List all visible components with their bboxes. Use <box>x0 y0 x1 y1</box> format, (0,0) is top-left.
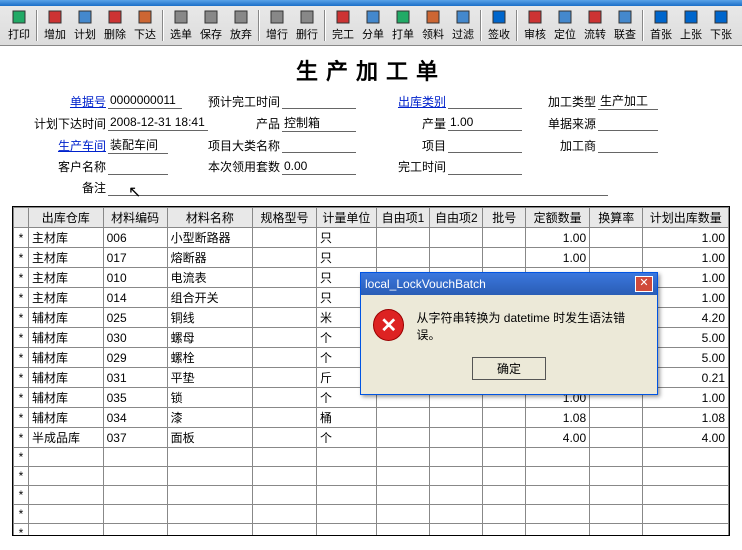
field-yjwg[interactable] <box>282 93 356 109</box>
table-row[interactable]: * <box>14 486 729 505</box>
field-jgs[interactable] <box>598 137 658 153</box>
toolbar-保存[interactable]: 保存 <box>196 8 226 43</box>
toolbar-分单[interactable]: 分单 <box>358 8 388 43</box>
toolbar-流转[interactable]: 流转 <box>580 8 610 43</box>
toolbar-审核[interactable]: 审核 <box>520 8 550 43</box>
field-xm[interactable] <box>448 137 522 153</box>
col-header[interactable]: 批号 <box>483 208 526 228</box>
label-khmc: 客户名称 <box>30 158 108 175</box>
label-sccj[interactable]: 生产车间 <box>30 137 108 154</box>
field-bz[interactable] <box>108 180 608 196</box>
toolbar-签收[interactable]: 签收 <box>484 8 514 43</box>
toolbar: 打印增加计划删除下达选单保存放弃增行删行完工分单打单领料过滤签收审核定位流转联查… <box>0 6 742 46</box>
error-icon: ✕ <box>373 309 404 341</box>
toolbar-放弃[interactable]: 放弃 <box>226 8 256 43</box>
field-khmc[interactable] <box>108 159 168 175</box>
field-wgsj[interactable] <box>448 159 522 175</box>
table-row[interactable]: *半成品库037面板个4.004.00 <box>14 428 729 448</box>
toolbar-选单[interactable]: 选单 <box>166 8 196 43</box>
toolbar-联查[interactable]: 联查 <box>610 8 640 43</box>
col-header[interactable]: 规格型号 <box>253 208 317 228</box>
toolbar-过滤[interactable]: 过滤 <box>448 8 478 43</box>
col-header[interactable]: 自由项1 <box>376 208 429 228</box>
label-cl: 产量 <box>368 115 448 132</box>
col-header[interactable] <box>14 208 29 228</box>
dialog-message: 从字符串转换为 datetime 时发生语法错误。 <box>416 309 645 343</box>
table-row[interactable]: *主材库006小型断路器只1.001.00 <box>14 228 729 248</box>
close-icon[interactable]: ✕ <box>635 276 653 292</box>
toolbar-领料[interactable]: 领料 <box>418 8 448 43</box>
label-cp: 产品 <box>220 115 282 132</box>
field-danjuhao[interactable]: 0000000011 <box>108 93 182 109</box>
table-row[interactable]: * <box>14 505 729 524</box>
toolbar-下张[interactable]: 下张 <box>706 8 736 43</box>
table-row[interactable]: * <box>14 448 729 467</box>
label-bcly: 本次领用套数 <box>180 158 282 175</box>
error-dialog: local_LockVouchBatch ✕ ✕ 从字符串转换为 datetim… <box>360 272 658 395</box>
col-header[interactable]: 定额数量 <box>526 208 590 228</box>
col-header[interactable]: 出库仓库 <box>28 208 103 228</box>
label-jglx: 加工类型 <box>534 93 598 110</box>
label-xmdl: 项目大类名称 <box>180 137 282 154</box>
toolbar-上张[interactable]: 上张 <box>676 8 706 43</box>
col-header[interactable]: 计划出库数量 <box>643 208 729 228</box>
label-djly: 单据来源 <box>534 115 598 132</box>
col-header[interactable]: 计量单位 <box>317 208 377 228</box>
col-header[interactable]: 材料编码 <box>103 208 167 228</box>
table-row[interactable]: *辅材库034漆桶1.081.08 <box>14 408 729 428</box>
field-cklb[interactable] <box>448 93 522 109</box>
field-sccj[interactable]: 装配车间 <box>108 136 168 154</box>
doc-title: 生产加工单 <box>30 54 712 86</box>
col-header[interactable]: 自由项2 <box>430 208 483 228</box>
label-cklb[interactable]: 出库类别 <box>368 93 448 110</box>
toolbar-增加[interactable]: 增加 <box>40 8 70 43</box>
field-jhxd[interactable]: 2008-12-31 18:41 <box>108 115 208 131</box>
ok-button[interactable]: 确定 <box>472 357 546 380</box>
field-bcly[interactable]: 0.00 <box>282 159 356 175</box>
toolbar-完工[interactable]: 完工 <box>328 8 358 43</box>
label-yjwg: 预计完工时间 <box>194 93 282 110</box>
toolbar-打单[interactable]: 打单 <box>388 8 418 43</box>
field-cl[interactable]: 1.00 <box>448 115 522 131</box>
field-djly[interactable] <box>598 115 658 131</box>
table-row[interactable]: * <box>14 467 729 486</box>
label-xm: 项目 <box>368 137 448 154</box>
label-jgs: 加工商 <box>534 137 598 154</box>
field-cp[interactable]: 控制箱 <box>282 114 356 132</box>
field-jglx[interactable]: 生产加工 <box>598 92 658 110</box>
toolbar-首张[interactable]: 首张 <box>646 8 676 43</box>
toolbar-增行[interactable]: 增行 <box>262 8 292 43</box>
toolbar-计划[interactable]: 计划 <box>70 8 100 43</box>
dialog-title: local_LockVouchBatch <box>365 277 486 291</box>
table-row[interactable]: * <box>14 524 729 537</box>
toolbar-下达[interactable]: 下达 <box>130 8 160 43</box>
field-xmdl[interactable] <box>282 137 356 153</box>
col-header[interactable]: 换算率 <box>590 208 643 228</box>
toolbar-定位[interactable]: 定位 <box>550 8 580 43</box>
toolbar-删除[interactable]: 删除 <box>100 8 130 43</box>
label-wgsj: 完工时间 <box>368 158 448 175</box>
col-header[interactable]: 材料名称 <box>167 208 252 228</box>
toolbar-打印[interactable]: 打印 <box>4 8 34 43</box>
toolbar-删行[interactable]: 删行 <box>292 8 322 43</box>
label-bz: 备注 <box>30 179 108 196</box>
label-jhxd: 计划下达时间 <box>30 115 108 132</box>
table-row[interactable]: *主材库017熔断器只1.001.00 <box>14 248 729 268</box>
label-danjuhao[interactable]: 单据号 <box>30 93 108 110</box>
